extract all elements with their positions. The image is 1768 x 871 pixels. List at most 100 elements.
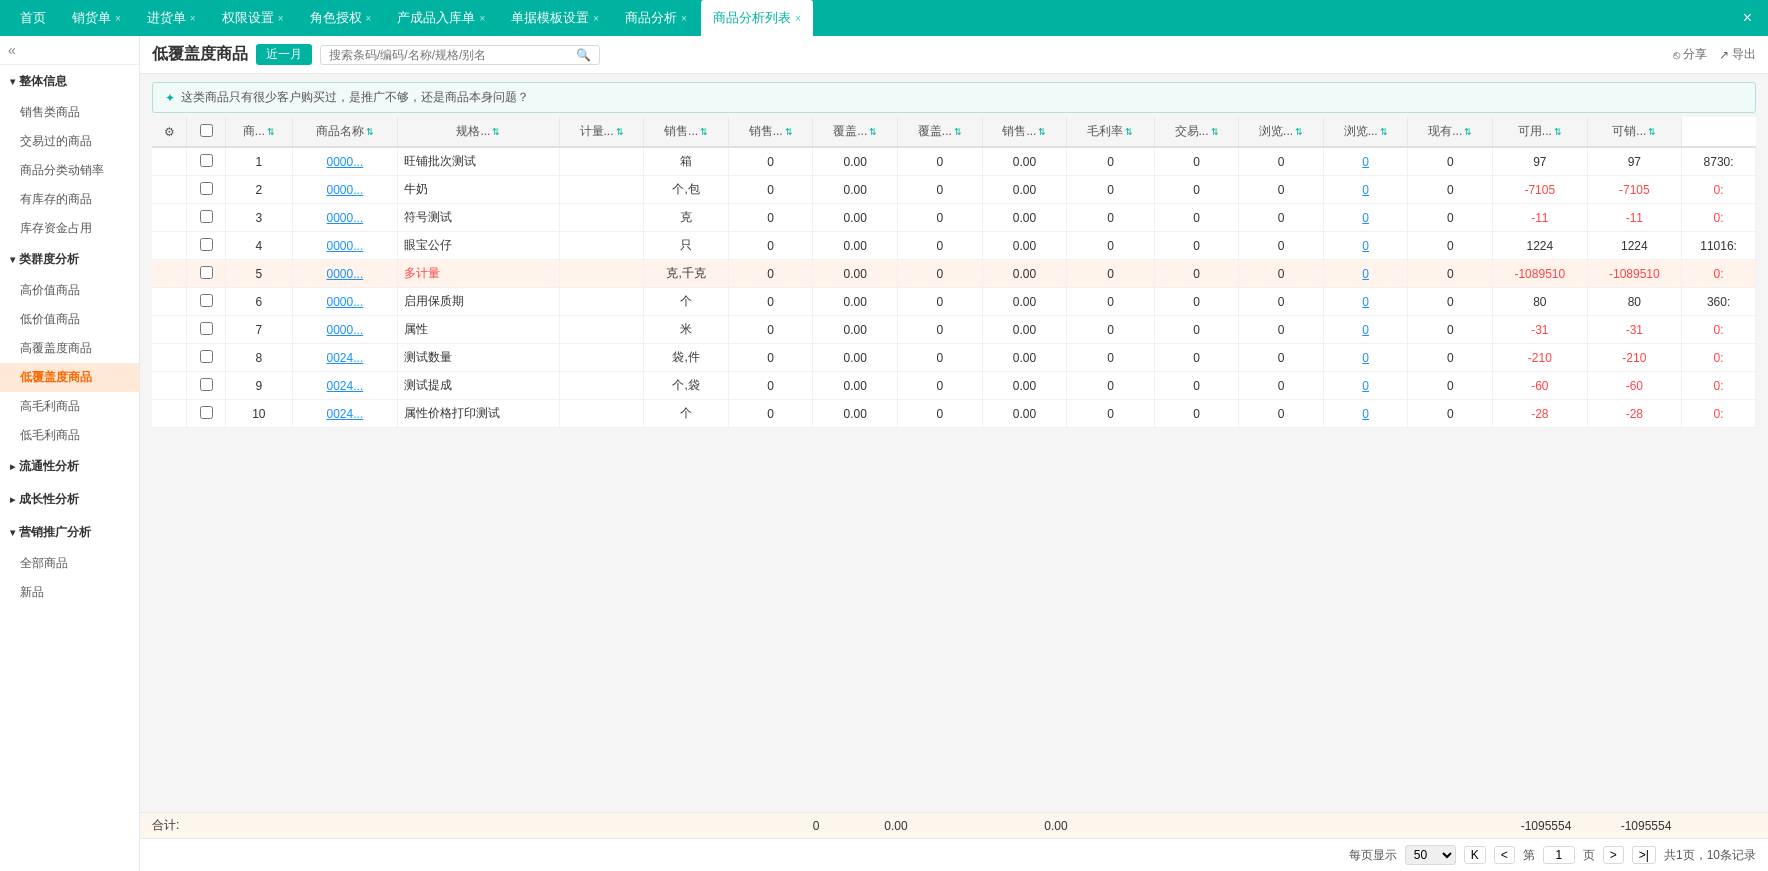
row-sales-qty: 0	[728, 288, 813, 316]
close-icon[interactable]: ×	[681, 13, 687, 24]
nav-role-auth[interactable]: 角色授权 ×	[298, 0, 384, 36]
sidebar-item-low-gross[interactable]: 低毛利商品	[0, 421, 139, 450]
nav-sales-order[interactable]: 销货单 ×	[60, 0, 133, 36]
nav-purchase-order[interactable]: 进货单 ×	[135, 0, 208, 36]
sidebar-item-sales-goods[interactable]: 销售类商品	[0, 98, 139, 127]
export-button[interactable]: ↗ 导出	[1719, 46, 1756, 63]
sidebar-item-high-gross[interactable]: 高毛利商品	[0, 392, 139, 421]
nav-home[interactable]: 首页	[8, 0, 58, 36]
page-number-input[interactable]	[1543, 846, 1575, 864]
next-page-button[interactable]: >	[1603, 846, 1624, 864]
close-icon[interactable]: ×	[366, 13, 372, 24]
row-num: 10	[225, 400, 292, 428]
row-browse2: 0	[1408, 260, 1493, 288]
cover2-column-header[interactable]: 覆盖...⇅	[898, 117, 983, 147]
close-icon[interactable]: ×	[479, 13, 485, 24]
sales2-column-header[interactable]: 销售...⇅	[982, 117, 1067, 147]
row-name: 旺铺批次测试	[398, 147, 560, 176]
row-checkbox[interactable]	[187, 316, 226, 344]
row-checkbox[interactable]	[187, 372, 226, 400]
last-page-button[interactable]: >|	[1632, 846, 1656, 864]
first-page-button[interactable]: K	[1464, 846, 1486, 864]
search-input[interactable]	[329, 48, 572, 62]
select-all-checkbox[interactable]	[200, 124, 213, 137]
cover1-column-header[interactable]: 覆盖...⇅	[813, 117, 898, 147]
row-settings	[152, 204, 187, 232]
row-checkbox[interactable]	[187, 288, 226, 316]
close-icon[interactable]: ×	[593, 13, 599, 24]
table-row: 90024...测试提成个,袋00.0000.0000000-60-600:	[152, 372, 1756, 400]
sidebar-section-overall[interactable]: ▾ 整体信息	[0, 65, 139, 98]
close-icon[interactable]: ×	[115, 13, 121, 24]
saleable-column-header[interactable]: 可销...⇅	[1587, 117, 1682, 147]
row-browse1: 0	[1323, 147, 1408, 176]
nav-permission-settings[interactable]: 权限设置 ×	[210, 0, 296, 36]
trade-column-header[interactable]: 交易...⇅	[1154, 117, 1239, 147]
sidebar-item-low-coverage[interactable]: 低覆盖度商品	[0, 363, 139, 392]
sidebar-item-high-value[interactable]: 高价值商品	[0, 276, 139, 305]
nav-product-analysis-list[interactable]: 商品分析列表 ×	[701, 0, 813, 36]
nav-template-settings[interactable]: 单据模板设置 ×	[499, 0, 611, 36]
sidebar-item-low-value[interactable]: 低价值商品	[0, 305, 139, 334]
unit-column-header[interactable]: 计量...⇅	[559, 117, 644, 147]
period-button[interactable]: 近一月	[256, 44, 312, 65]
row-browse2: 0	[1408, 288, 1493, 316]
row-checkbox[interactable]	[187, 147, 226, 176]
nav-product-warehouse[interactable]: 产成品入库单 ×	[385, 0, 497, 36]
current-column-header[interactable]: 现有...⇅	[1408, 117, 1493, 147]
gross-rate-column-header[interactable]: 毛利率⇅	[1067, 117, 1155, 147]
row-checkbox[interactable]	[187, 260, 226, 288]
settings-column-header[interactable]: ⚙	[152, 117, 187, 147]
row-spec	[559, 232, 644, 260]
name-column-header[interactable]: 商品名称⇅	[292, 117, 397, 147]
row-name: 属性	[398, 316, 560, 344]
sidebar-item-category-activity[interactable]: 商品分类动销率	[0, 156, 139, 185]
checkbox-column-header[interactable]	[187, 117, 226, 147]
row-spec	[559, 260, 644, 288]
browse1-column-header[interactable]: 浏览...⇅	[1239, 117, 1324, 147]
close-icon[interactable]: ×	[190, 13, 196, 24]
code-column-header[interactable]: 商...⇅	[225, 117, 292, 147]
row-browse2: 0	[1408, 316, 1493, 344]
row-checkbox[interactable]	[187, 204, 226, 232]
row-checkbox[interactable]	[187, 176, 226, 204]
row-gross-rate: 0	[1154, 400, 1239, 428]
sidebar-item-high-coverage[interactable]: 高覆盖度商品	[0, 334, 139, 363]
sidebar-item-new-goods[interactable]: 新品	[0, 578, 139, 607]
sidebar-item-all-goods[interactable]: 全部商品	[0, 549, 139, 578]
sidebar-collapse-button[interactable]: «	[8, 42, 16, 58]
sidebar-item-stock-capital[interactable]: 库存资金占用	[0, 214, 139, 243]
sales-amt-column-header[interactable]: 销售...⇅	[728, 117, 813, 147]
row-sales2: 0	[1067, 288, 1155, 316]
content-header: 低覆盖度商品 近一月 🔍 ⎋ 分享 ↗ 导出	[140, 36, 1768, 74]
close-icon[interactable]: ×	[278, 13, 284, 24]
sidebar-item-inventory-goods[interactable]: 有库存的商品	[0, 185, 139, 214]
row-avail: 80	[1587, 288, 1682, 316]
row-checkbox[interactable]	[187, 232, 226, 260]
share-button[interactable]: ⎋ 分享	[1673, 46, 1707, 63]
row-checkbox[interactable]	[187, 400, 226, 428]
prev-page-button[interactable]: <	[1494, 846, 1515, 864]
sidebar-section-cluster[interactable]: ▾ 类群度分析	[0, 243, 139, 276]
close-icon[interactable]: ×	[795, 13, 801, 24]
row-checkbox[interactable]	[187, 344, 226, 372]
row-unit: 个	[644, 288, 729, 316]
page-size-select[interactable]: 50 100 200	[1405, 845, 1456, 865]
row-sales-qty: 0	[728, 316, 813, 344]
info-icon: ✦	[165, 91, 175, 105]
sidebar-item-traded-goods[interactable]: 交易过的商品	[0, 127, 139, 156]
nav-product-analysis[interactable]: 商品分析 ×	[613, 0, 699, 36]
sidebar-section-growth[interactable]: ▸ 成长性分析	[0, 483, 139, 516]
row-spec	[559, 176, 644, 204]
browse2-column-header[interactable]: 浏览...⇅	[1323, 117, 1408, 147]
sales-qty-column-header[interactable]: 销售...⇅	[644, 117, 729, 147]
close-all-button[interactable]: ×	[1735, 9, 1760, 27]
sidebar-section-liquidity[interactable]: ▸ 流通性分析	[0, 450, 139, 483]
search-icon[interactable]: 🔍	[576, 48, 591, 62]
row-current: 80	[1493, 288, 1588, 316]
spec-column-header[interactable]: 规格...⇅	[398, 117, 560, 147]
search-box: 🔍	[320, 45, 600, 65]
row-settings	[152, 344, 187, 372]
avail-column-header[interactable]: 可用...⇅	[1493, 117, 1588, 147]
sidebar-section-marketing[interactable]: ▾ 营销推广分析	[0, 516, 139, 549]
